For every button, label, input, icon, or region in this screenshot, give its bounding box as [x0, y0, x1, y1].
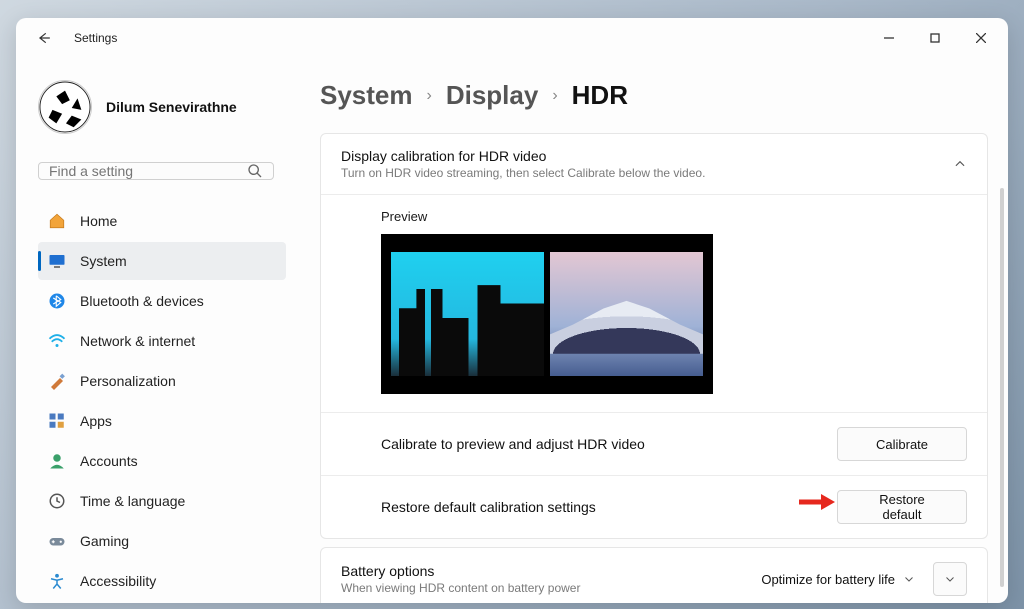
sidebar-item-label: System	[80, 253, 127, 269]
home-icon	[48, 212, 66, 230]
sidebar: Dilum Senevirathne Home System	[16, 58, 296, 603]
preview-section: Preview	[321, 195, 987, 412]
battery-subtitle: When viewing HDR content on battery powe…	[341, 581, 757, 595]
main-panel: System › Display › HDR Display calibrati…	[296, 58, 1008, 603]
sidebar-item-gaming[interactable]: Gaming	[38, 522, 286, 560]
restore-label: Restore default calibration settings	[381, 499, 837, 515]
sidebar-item-label: Bluetooth & devices	[80, 293, 204, 309]
close-button[interactable]	[958, 22, 1004, 54]
accounts-icon	[48, 452, 66, 470]
avatar	[38, 80, 92, 134]
chevron-down-icon	[903, 573, 915, 585]
sidebar-item-label: Time & language	[80, 493, 185, 509]
app-title: Settings	[74, 31, 117, 45]
minimize-icon	[884, 33, 894, 43]
preview-right-image	[550, 252, 703, 376]
breadcrumb: System › Display › HDR	[320, 80, 988, 111]
chevron-up-icon	[953, 157, 967, 171]
sidebar-item-time[interactable]: Time & language	[38, 482, 286, 520]
sidebar-item-label: Network & internet	[80, 333, 195, 349]
bluetooth-icon	[48, 292, 66, 310]
sidebar-item-personalization[interactable]: Personalization	[38, 362, 286, 400]
maximize-icon	[930, 33, 940, 43]
back-arrow-icon	[37, 31, 51, 45]
system-icon	[48, 252, 66, 270]
titlebar: Settings	[16, 18, 1008, 58]
calibrate-row: Calibrate to preview and adjust HDR vide…	[321, 413, 987, 475]
sidebar-item-apps[interactable]: Apps	[38, 402, 286, 440]
preview-label: Preview	[381, 209, 967, 224]
personalization-icon	[48, 372, 66, 390]
restore-row: Restore default calibration settings Res…	[321, 476, 987, 538]
battery-title: Battery options	[341, 563, 757, 579]
sidebar-item-system[interactable]: System	[38, 242, 286, 280]
sidebar-item-accessibility[interactable]: Accessibility	[38, 562, 286, 600]
sidebar-item-home[interactable]: Home	[38, 202, 286, 240]
sidebar-item-bluetooth[interactable]: Bluetooth & devices	[38, 282, 286, 320]
battery-dropdown-value: Optimize for battery life	[761, 572, 895, 587]
content-area: Dilum Senevirathne Home System	[16, 58, 1008, 603]
chevron-right-icon: ›	[552, 87, 557, 105]
settings-window: Settings	[16, 18, 1008, 603]
avatar-icon	[39, 81, 91, 133]
sidebar-nav: Home System Bluetooth & devices	[38, 202, 286, 600]
breadcrumb-display[interactable]: Display	[446, 80, 539, 111]
sidebar-item-label: Personalization	[80, 373, 176, 389]
search-icon	[247, 163, 263, 179]
sidebar-item-label: Home	[80, 213, 117, 229]
back-button[interactable]	[28, 22, 60, 54]
gaming-icon	[48, 532, 66, 550]
profile-block[interactable]: Dilum Senevirathne	[38, 80, 286, 134]
battery-options-card: Battery options When viewing HDR content…	[320, 547, 988, 603]
expand-button[interactable]	[933, 562, 967, 596]
calibrate-label: Calibrate to preview and adjust HDR vide…	[381, 436, 837, 452]
chevron-right-icon: ›	[427, 87, 432, 105]
preview-left-image	[391, 252, 544, 376]
card-header[interactable]: Display calibration for HDR video Turn o…	[321, 134, 987, 194]
battery-dropdown[interactable]: Optimize for battery life	[757, 566, 919, 593]
battery-row[interactable]: Battery options When viewing HDR content…	[321, 548, 987, 603]
accessibility-icon	[48, 572, 66, 590]
sidebar-item-network[interactable]: Network & internet	[38, 322, 286, 360]
username: Dilum Senevirathne	[106, 99, 237, 115]
chevron-down-icon	[944, 573, 956, 585]
card-subtitle: Turn on HDR video streaming, then select…	[341, 166, 953, 180]
minimize-button[interactable]	[866, 22, 912, 54]
scrollbar[interactable]	[1000, 188, 1004, 587]
apps-icon	[48, 412, 66, 430]
sidebar-item-label: Accessibility	[80, 573, 156, 589]
calibrate-button[interactable]: Calibrate	[837, 427, 967, 461]
sidebar-item-label: Gaming	[80, 533, 129, 549]
red-arrow-annotation	[797, 492, 837, 512]
sidebar-item-label: Apps	[80, 413, 112, 429]
sidebar-item-label: Accounts	[80, 453, 138, 469]
sidebar-item-accounts[interactable]: Accounts	[38, 442, 286, 480]
search-box[interactable]	[38, 162, 274, 180]
close-icon	[976, 33, 986, 43]
hdr-calibration-card: Display calibration for HDR video Turn o…	[320, 133, 988, 539]
maximize-button[interactable]	[912, 22, 958, 54]
restore-default-button[interactable]: Restore default	[837, 490, 967, 524]
time-icon	[48, 492, 66, 510]
breadcrumb-system[interactable]: System	[320, 80, 413, 111]
network-icon	[48, 332, 66, 350]
search-input[interactable]	[49, 163, 247, 179]
hdr-preview-image	[381, 234, 713, 394]
card-title: Display calibration for HDR video	[341, 148, 953, 164]
breadcrumb-hdr: HDR	[572, 80, 628, 111]
